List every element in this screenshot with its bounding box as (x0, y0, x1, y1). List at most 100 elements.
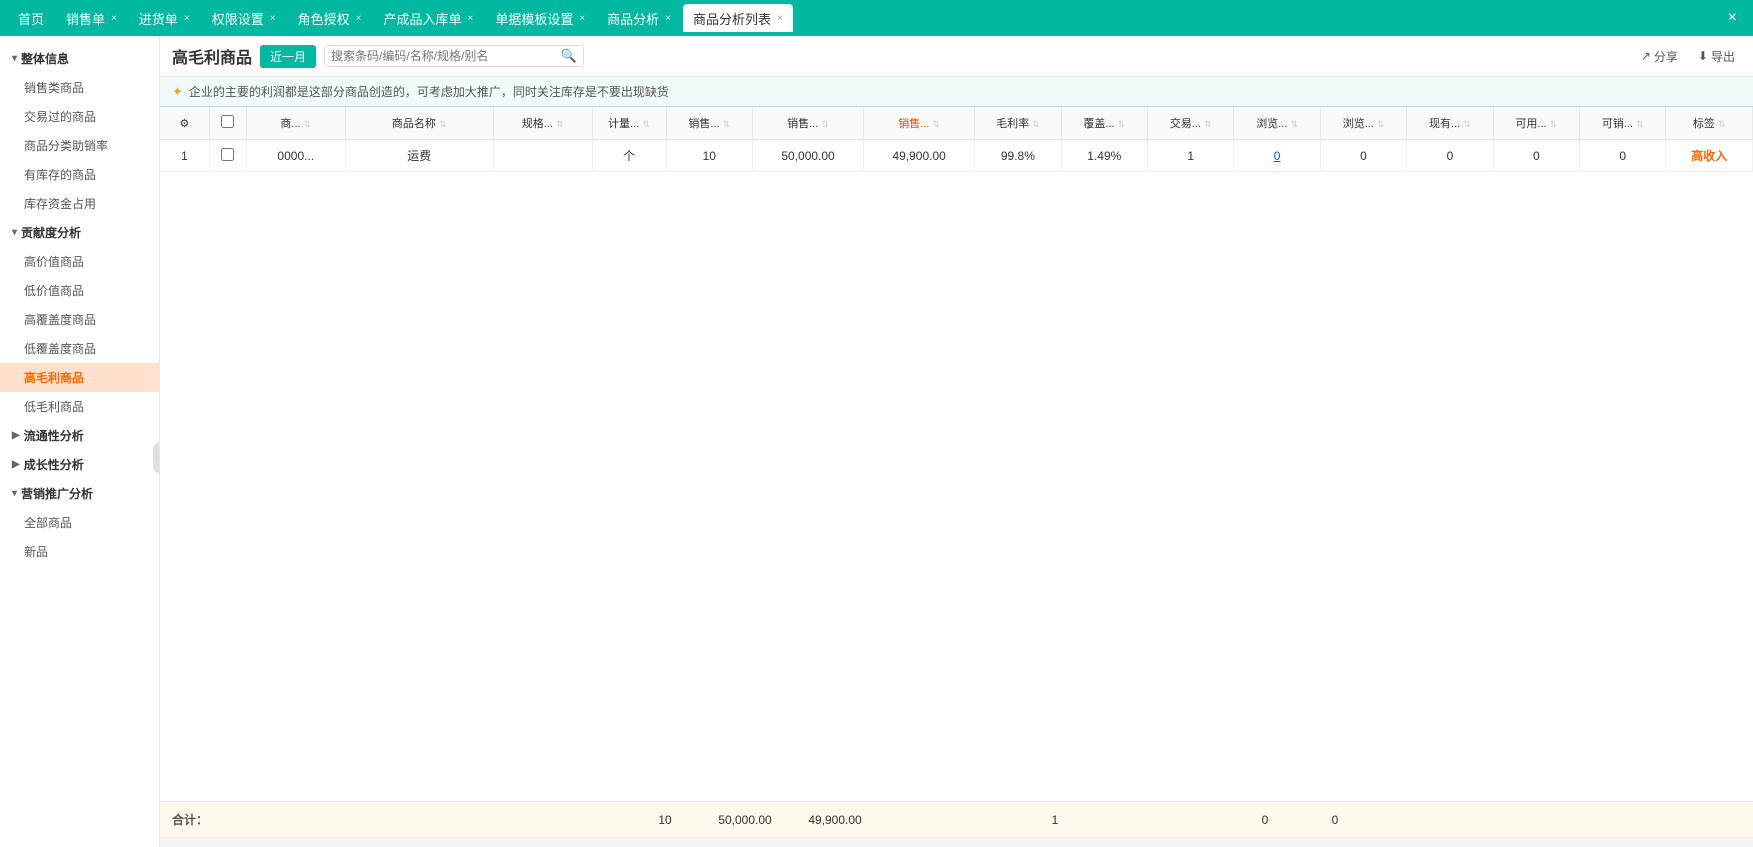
nav-tab-product-inbound[interactable]: 产成品入库单 × (373, 4, 483, 32)
th-available-stock[interactable]: 可用... ⇅ (1493, 107, 1579, 140)
sort-icon-trade: ⇅ (1204, 119, 1212, 129)
sidebar-group-growth[interactable]: ▶ 成长性分析 (0, 450, 159, 479)
row-checkbox[interactable] (221, 148, 234, 161)
nav-tab-goods-analysis[interactable]: 商品分析 × (597, 4, 681, 32)
sidebar-group-overall[interactable]: ▾ 整体信息 (0, 44, 159, 73)
nav-tab-role[interactable]: 角色授权 × (288, 4, 372, 32)
sidebar: « ▾ 整体信息 销售类商品 交易过的商品 商品分类助销率 有库存的商品 库存资… (0, 36, 160, 847)
export-button[interactable]: ⬇ 导出 (1692, 45, 1741, 68)
share-icon: ↗ (1641, 49, 1651, 63)
sort-icon-saleable-stock: ⇅ (1636, 119, 1644, 129)
nav-home[interactable]: 首页 (8, 9, 54, 28)
window-close-button[interactable]: × (1720, 9, 1745, 27)
cell-view1[interactable]: 0 (1234, 140, 1320, 172)
sort-icon-current-stock: ⇅ (1463, 119, 1471, 129)
arrow-liquidity: ▶ (12, 430, 20, 441)
main-layout: « ▾ 整体信息 销售类商品 交易过的商品 商品分类助销率 有库存的商品 库存资… (0, 36, 1753, 847)
sidebar-item-low-margin[interactable]: 低毛利商品 (0, 392, 159, 421)
footer-current-stock: 0 (1230, 813, 1300, 827)
tag-badge: 高收入 (1691, 149, 1727, 163)
cell-code: 0000... (246, 140, 345, 172)
th-index: ⚙ (160, 107, 209, 140)
sidebar-item-all-goods[interactable]: 全部商品 (0, 508, 159, 537)
sidebar-collapse-btn[interactable]: « (153, 442, 160, 474)
close-tab-goods-analysis-list[interactable]: × (777, 13, 783, 24)
sidebar-item-low-coverage[interactable]: 低覆盖度商品 (0, 334, 159, 363)
th-unit[interactable]: 计量... ⇅ (592, 107, 666, 140)
th-sales-profit[interactable]: 销售... ⇅ (864, 107, 975, 140)
table-header-row: ⚙ 商... ⇅ 商品名称 ⇅ (160, 107, 1753, 140)
close-tab-template[interactable]: × (579, 13, 585, 24)
cell-index: 1 (160, 140, 209, 172)
search-icon[interactable]: 🔍 (561, 48, 577, 64)
close-tab-permission[interactable]: × (270, 13, 276, 24)
table-wrapper[interactable]: ⚙ 商... ⇅ 商品名称 ⇅ (160, 107, 1753, 801)
settings-icon[interactable]: ⚙ (180, 118, 190, 130)
sidebar-item-sales-goods[interactable]: 销售类商品 (0, 73, 159, 102)
share-button[interactable]: ↗ 分享 (1635, 45, 1684, 68)
sidebar-item-stock-capital[interactable]: 库存资金占用 (0, 189, 159, 218)
arrow-marketing: ▾ (12, 488, 17, 499)
tip-icon: ✦ (172, 84, 183, 100)
th-saleable-stock[interactable]: 可销... ⇅ (1580, 107, 1666, 140)
close-tab-product-inbound[interactable]: × (467, 13, 473, 24)
sort-icon-available-stock: ⇅ (1550, 119, 1558, 129)
th-view2[interactable]: 浏览... ⇅ (1320, 107, 1406, 140)
nav-tab-goods-analysis-list[interactable]: 商品分析列表 × (683, 4, 793, 32)
sort-icon-view1: ⇅ (1290, 119, 1298, 129)
close-tab-goods-analysis[interactable]: × (665, 13, 671, 24)
th-coverage[interactable]: 覆盖... ⇅ (1061, 107, 1147, 140)
cell-check[interactable] (209, 140, 246, 172)
sort-icon-sales-amount: ⇅ (821, 119, 829, 129)
th-trade[interactable]: 交易... ⇅ (1148, 107, 1234, 140)
th-gross-margin[interactable]: 毛利率 ⇅ (975, 107, 1061, 140)
export-icon: ⬇ (1698, 49, 1708, 63)
sidebar-item-high-coverage[interactable]: 高覆盖度商品 (0, 305, 159, 334)
footer-sales-profit: 49,900.00 (790, 813, 880, 827)
search-input[interactable] (331, 49, 561, 63)
bottom-scrollbar[interactable] (160, 837, 1753, 847)
nav-tab-permission[interactable]: 权限设置 × (202, 4, 286, 32)
sidebar-item-high-margin[interactable]: 高毛利商品 (0, 363, 159, 392)
nav-tab-purchase[interactable]: 进货单 × (129, 4, 200, 32)
sidebar-item-high-value[interactable]: 高价值商品 (0, 247, 159, 276)
sort-icon-sales-count: ⇅ (723, 119, 731, 129)
header-actions: ↗ 分享 ⬇ 导出 (1635, 45, 1741, 68)
sort-icon-sales-profit: ⇅ (932, 119, 940, 129)
sidebar-item-new-goods[interactable]: 新品 (0, 537, 159, 566)
sidebar-group-contribution[interactable]: ▾ 贡献度分析 (0, 218, 159, 247)
close-tab-purchase[interactable]: × (184, 13, 190, 24)
footer-label: 合计： (172, 811, 220, 828)
filter-recent-month-btn[interactable]: 近一月 (260, 45, 316, 68)
sidebar-group-marketing[interactable]: ▾ 营销推广分析 (0, 479, 159, 508)
select-all-checkbox[interactable] (221, 115, 234, 128)
th-view1[interactable]: 浏览... ⇅ (1234, 107, 1320, 140)
close-tab-role[interactable]: × (356, 13, 362, 24)
sidebar-group-liquidity[interactable]: ▶ 流通性分析 (0, 421, 159, 450)
sidebar-item-stocked-goods[interactable]: 有库存的商品 (0, 160, 159, 189)
sidebar-item-traded-goods[interactable]: 交易过的商品 (0, 102, 159, 131)
cell-spec (493, 140, 592, 172)
nav-tab-sales[interactable]: 销售单 × (56, 4, 127, 32)
page-title: 高毛利商品 (172, 44, 252, 68)
nav-tab-template[interactable]: 单据模板设置 × (485, 4, 595, 32)
th-name[interactable]: 商品名称 ⇅ (345, 107, 493, 140)
search-box: 🔍 (324, 45, 584, 67)
close-tab-sales[interactable]: × (111, 13, 117, 24)
arrow-contribution: ▾ (12, 227, 17, 238)
tip-bar: ✦ 企业的主要的利润都是这部分商品创造的，可考虑加大推广，同时关注库存是不要出现… (160, 77, 1753, 107)
th-current-stock[interactable]: 现有... ⇅ (1407, 107, 1493, 140)
sort-icon-spec: ⇅ (556, 119, 564, 129)
th-code[interactable]: 商... ⇅ (246, 107, 345, 140)
sort-icon-tag: ⇅ (1718, 119, 1726, 129)
sort-icon-unit: ⇅ (642, 119, 650, 129)
cell-tag: 高收入 (1666, 140, 1753, 172)
th-sales-amount[interactable]: 销售... ⇅ (753, 107, 864, 140)
th-tag[interactable]: 标签 ⇅ (1666, 107, 1753, 140)
sidebar-item-low-value[interactable]: 低价值商品 (0, 276, 159, 305)
sidebar-item-category-rate[interactable]: 商品分类助销率 (0, 131, 159, 160)
th-sales-count[interactable]: 销售... ⇅ (666, 107, 752, 140)
sort-icon-view2: ⇅ (1377, 119, 1385, 129)
th-check (209, 107, 246, 140)
th-spec[interactable]: 规格... ⇅ (493, 107, 592, 140)
